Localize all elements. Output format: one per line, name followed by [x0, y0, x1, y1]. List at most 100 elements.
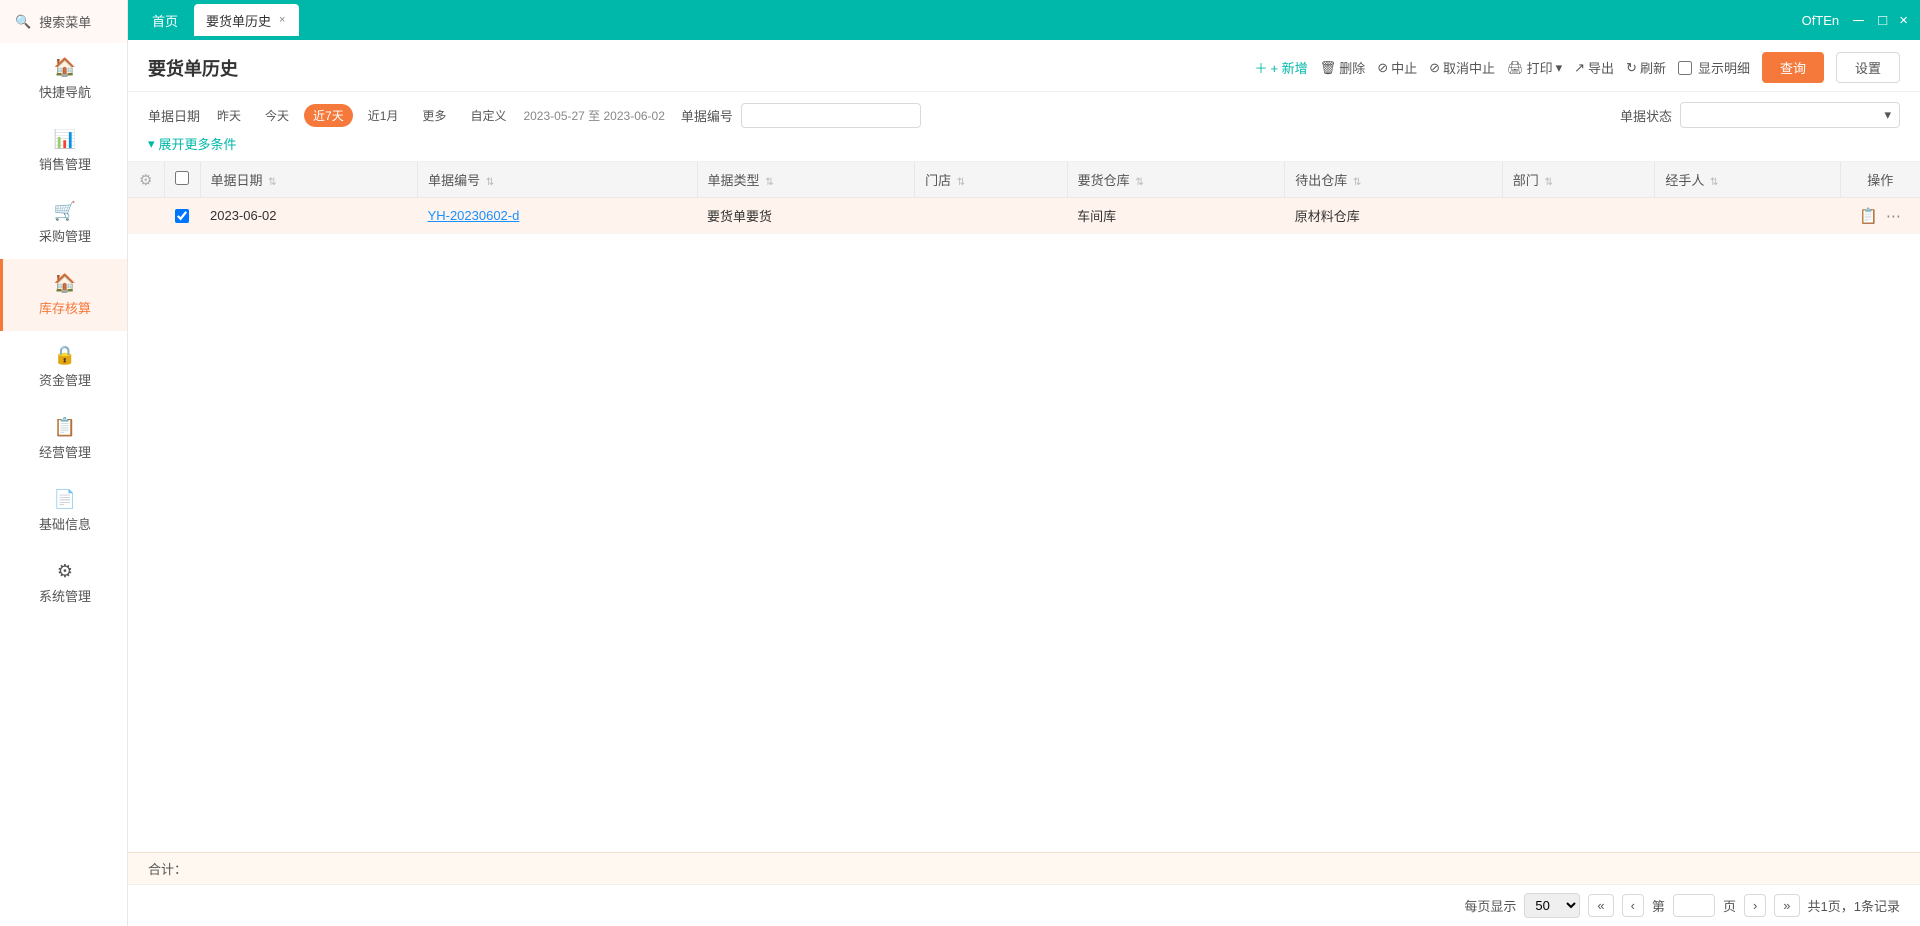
sidebar-item-label: 销售管理	[39, 154, 91, 173]
pagination-next[interactable]: ›	[1744, 894, 1766, 917]
sort-doc-no-icon[interactable]: ⇅	[486, 177, 494, 188]
row-edit-icon[interactable]: 📋	[1859, 207, 1878, 225]
date-btn-custom[interactable]: 自定义	[461, 104, 515, 127]
col-doc-no: 单据编号 ⇅	[418, 162, 697, 198]
export-icon: ↗	[1574, 60, 1585, 76]
sort-store-icon[interactable]: ⇅	[957, 177, 965, 188]
sidebar-item-basic[interactable]: 📄 基础信息	[0, 475, 127, 547]
sort-handler-icon[interactable]: ⇅	[1710, 177, 1718, 188]
sidebar-item-label: 基础信息	[39, 514, 91, 533]
new-label: + 新增	[1270, 58, 1307, 77]
pagination-page-input[interactable]: 1	[1673, 894, 1715, 917]
date-btn-last1m[interactable]: 近1月	[359, 104, 408, 127]
sort-pending-wh-icon[interactable]: ⇅	[1353, 177, 1361, 188]
sort-date-icon[interactable]: ⇅	[268, 177, 276, 188]
pagination-prev[interactable]: ‹	[1622, 894, 1644, 917]
data-table: ⚙ 单据日期 ⇅ 单据编号 ⇅	[128, 162, 1920, 234]
cancel-label: 取消中止	[1443, 58, 1495, 77]
display-checkbox[interactable]	[1678, 61, 1692, 75]
filter-area: 单据日期 昨天 今天 近7天 近1月 更多 自定义 2023-05-27 至 2…	[128, 92, 1920, 162]
table-gear-icon[interactable]: ⚙	[139, 172, 152, 189]
tab-home[interactable]: 首页	[140, 4, 190, 36]
row-checkbox-cell[interactable]	[164, 198, 200, 234]
display-detail-button[interactable]: 显示明细	[1678, 58, 1750, 77]
refresh-button[interactable]: ↻ 刷新	[1626, 58, 1666, 77]
main-area: 首页 要货单历史 × OfTEn － □ × 要货单历史 ＋ + 新增 🗑	[128, 0, 1920, 926]
pagination-next-next[interactable]: »	[1774, 894, 1799, 917]
date-filter-label: 单据日期	[148, 106, 200, 125]
cancel-stop-button[interactable]: ⊘ 取消中止	[1429, 58, 1495, 77]
export-label: 导出	[1588, 58, 1614, 77]
page-header: 要货单历史 ＋ + 新增 🗑 删除 ⊘ 中止 ⊘ 取消中止	[128, 40, 1920, 92]
window-maximize-icon[interactable]: □	[1878, 12, 1887, 29]
status-label: 单据状态	[1620, 106, 1672, 125]
sort-req-wh-icon[interactable]: ⇅	[1135, 177, 1143, 188]
stop-button[interactable]: ⊘ 中止	[1377, 58, 1417, 77]
date-btn-yesterday[interactable]: 昨天	[208, 104, 250, 127]
sidebar-item-label: 资金管理	[39, 370, 91, 389]
window-minimize-icon[interactable]: －	[1851, 10, 1866, 31]
sidebar-item-label: 快捷导航	[39, 82, 91, 101]
query-button[interactable]: 查询	[1762, 52, 1824, 83]
sidebar-search[interactable]: 🔍 搜索菜单	[0, 0, 127, 43]
stop-icon: ⊘	[1377, 60, 1388, 76]
doc-no-label: 单据编号	[681, 106, 733, 125]
select-all-checkbox[interactable]	[175, 171, 189, 185]
status-select[interactable]: ▾	[1680, 102, 1900, 128]
export-button[interactable]: ↗ 导出	[1574, 58, 1614, 77]
date-filter: 单据日期 昨天 今天 近7天 近1月 更多 自定义 2023-05-27 至 2…	[148, 104, 665, 127]
table-area: ⚙ 单据日期 ⇅ 单据编号 ⇅	[128, 162, 1920, 852]
col-setting[interactable]: ⚙	[128, 162, 164, 198]
row-dept	[1502, 198, 1655, 234]
tab-close-icon[interactable]: ×	[277, 12, 287, 28]
expand-more-label: 展开更多条件	[159, 134, 237, 153]
col-action: 操作	[1840, 162, 1920, 198]
new-button[interactable]: ＋ + 新增	[1254, 58, 1307, 77]
operation-icon: 📋	[54, 417, 76, 438]
sales-icon: 📊	[54, 129, 76, 150]
stop-label: 中止	[1391, 58, 1417, 77]
sidebar-item-quick-nav[interactable]: 🏠 快捷导航	[0, 43, 127, 115]
sidebar-item-label: 采购管理	[39, 226, 91, 245]
sidebar-item-finance[interactable]: 🔒 资金管理	[0, 331, 127, 403]
sidebar-item-system[interactable]: ⚙ 系统管理	[0, 547, 127, 619]
tab-active[interactable]: 要货单历史 ×	[194, 4, 299, 36]
sidebar-item-operation[interactable]: 📋 经营管理	[0, 403, 127, 475]
sort-dept-icon[interactable]: ⇅	[1544, 177, 1552, 188]
col-store-label: 门店	[925, 173, 951, 188]
per-page-select[interactable]: 50 100 200	[1524, 893, 1580, 918]
date-range-display: 2023-05-27 至 2023-06-02	[523, 107, 664, 124]
sort-doc-type-icon[interactable]: ⇅	[765, 177, 773, 188]
page-title: 要货单历史	[148, 55, 1254, 81]
setting-button[interactable]: 设置	[1836, 52, 1900, 83]
window-close-icon[interactable]: ×	[1899, 12, 1908, 29]
date-btn-today[interactable]: 今天	[256, 104, 298, 127]
col-date-label: 单据日期	[211, 173, 263, 188]
date-btn-last7[interactable]: 近7天	[304, 104, 353, 127]
sidebar-item-purchase[interactable]: 🛒 采购管理	[0, 187, 127, 259]
refresh-icon: ↻	[1626, 60, 1637, 76]
col-checkbox[interactable]	[164, 162, 200, 198]
pagination-prev-prev[interactable]: «	[1588, 894, 1613, 917]
sidebar-item-label: 经营管理	[39, 442, 91, 461]
col-req-wh: 要货仓库 ⇅	[1067, 162, 1285, 198]
col-doc-type-label: 单据类型	[708, 173, 760, 188]
sidebar-item-inventory[interactable]: 🏠 库存核算	[0, 259, 127, 331]
new-icon: ＋	[1254, 58, 1267, 77]
row-handler	[1655, 198, 1840, 234]
row-doc-no-link[interactable]: YH-20230602-d	[428, 208, 520, 223]
row-more-icon[interactable]: ⋯	[1886, 207, 1901, 225]
delete-button[interactable]: 🗑 删除	[1320, 58, 1366, 77]
row-checkbox[interactable]	[175, 209, 189, 223]
pagination-page-unit: 页	[1723, 896, 1736, 915]
print-button[interactable]: 🖨 打印 ▾	[1507, 58, 1562, 77]
topbar: 首页 要货单历史 × OfTEn － □ ×	[128, 0, 1920, 40]
date-btn-more[interactable]: 更多	[413, 104, 455, 127]
col-pending-wh-label: 待出仓库	[1295, 173, 1347, 188]
sidebar-item-sales[interactable]: 📊 销售管理	[0, 115, 127, 187]
col-req-wh-label: 要货仓库	[1078, 173, 1130, 188]
row-doc-no[interactable]: YH-20230602-d	[418, 198, 697, 234]
toolbar: ＋ + 新增 🗑 删除 ⊘ 中止 ⊘ 取消中止 🖨 打印	[1254, 52, 1900, 83]
doc-no-input[interactable]	[741, 103, 921, 128]
expand-more-button[interactable]: ▾ 展开更多条件	[148, 134, 1900, 157]
